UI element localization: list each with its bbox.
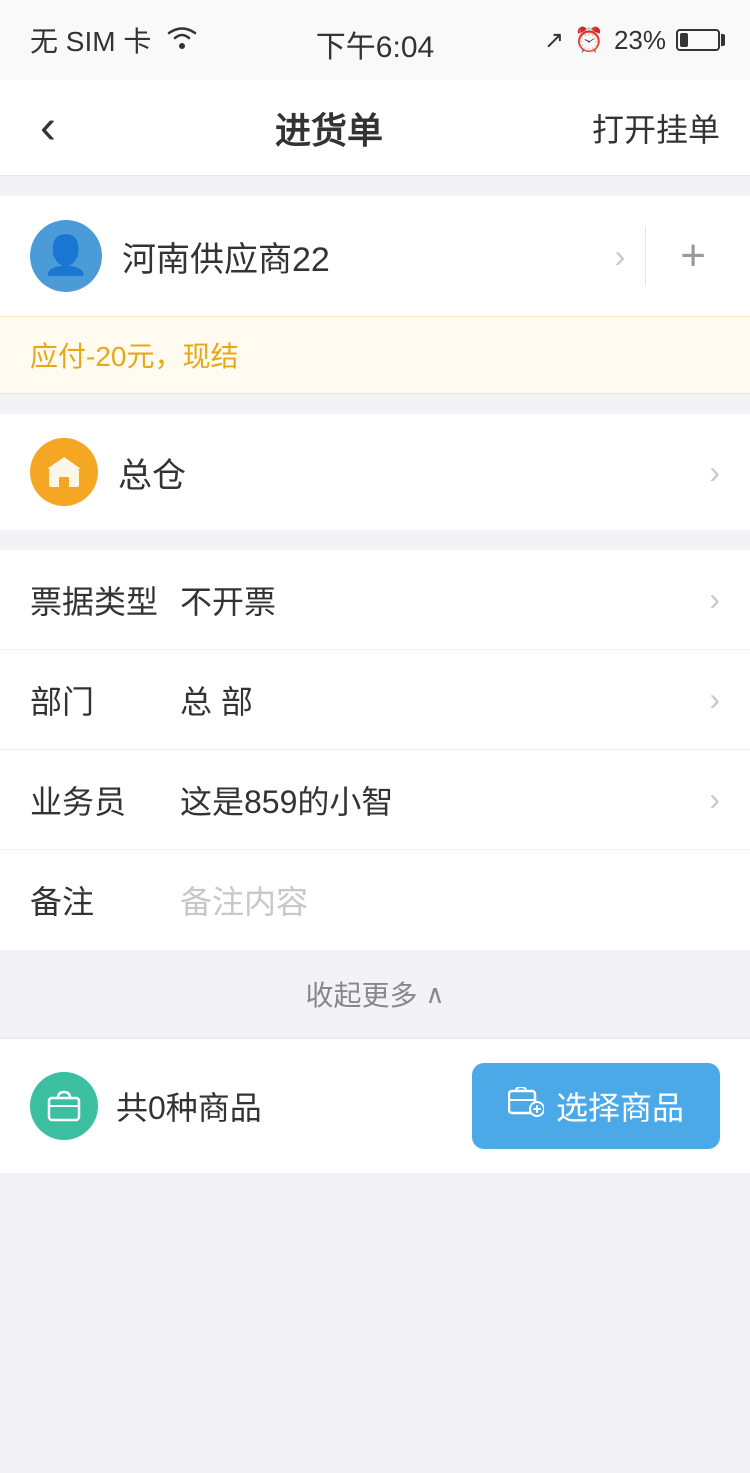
collapse-button[interactable]: 收起更多 ∧ xyxy=(0,950,750,1038)
section-gap-2 xyxy=(0,394,750,414)
bottom-bar: 共0种商品 选择商品 xyxy=(0,1038,750,1173)
warehouse-row[interactable]: 总仓 › xyxy=(0,414,750,530)
supplier-name: 河南供应商22 xyxy=(122,232,605,281)
invoice-value: 不开票 xyxy=(170,577,699,623)
salesman-label: 业务员 xyxy=(30,777,170,823)
select-goods-label: 选择商品 xyxy=(556,1083,684,1129)
warehouse-icon xyxy=(30,438,98,506)
warehouse-card[interactable]: 总仓 › xyxy=(0,414,750,530)
status-left: 无 SIM 卡 xyxy=(30,20,199,60)
salesman-value: 这是859的小智 xyxy=(170,777,699,823)
dept-label: 部门 xyxy=(30,677,170,723)
remark-row[interactable]: 备注 备注内容 xyxy=(0,850,750,950)
battery-icon xyxy=(676,29,720,51)
status-bar: 无 SIM 卡 下午6:04 ↗ ⏰ 23% xyxy=(0,0,750,80)
vertical-divider xyxy=(645,226,646,286)
dept-row[interactable]: 部门 总 部 › xyxy=(0,650,750,750)
supplier-avatar: 👤 xyxy=(30,220,102,292)
location-icon: ↗ xyxy=(544,26,564,55)
collapse-label: 收起更多 xyxy=(305,974,417,1014)
status-right: ↗ ⏰ 23% xyxy=(544,25,720,56)
alarm-icon: ⏰ xyxy=(574,26,604,55)
salesman-row[interactable]: 业务员 这是859的小智 › xyxy=(0,750,750,850)
salesman-chevron-icon: › xyxy=(709,781,720,818)
notice-banner: 应付-20元，现结 xyxy=(0,316,750,394)
form-card: 票据类型 不开票 › 部门 总 部 › 业务员 这是859的小智 › 备注 备注… xyxy=(0,550,750,950)
remark-label: 备注 xyxy=(30,877,170,923)
warehouse-name: 总仓 xyxy=(118,448,699,497)
avatar-person-icon: 👤 xyxy=(42,234,89,278)
battery-pct: 23% xyxy=(614,25,666,56)
select-goods-button[interactable]: 选择商品 xyxy=(472,1063,720,1149)
add-supplier-button[interactable]: + xyxy=(666,221,720,291)
status-time: 下午6:04 xyxy=(316,22,434,66)
warehouse-chevron-icon: › xyxy=(709,454,720,491)
invoice-row[interactable]: 票据类型 不开票 › xyxy=(0,550,750,650)
collapse-icon: ∧ xyxy=(425,979,444,1010)
open-pending-button[interactable]: 打开挂单 xyxy=(592,105,720,151)
remark-input[interactable]: 备注内容 xyxy=(170,877,720,923)
page-title: 进货单 xyxy=(275,102,383,154)
notice-text: 应付-20元，现结 xyxy=(30,341,238,372)
dept-value: 总 部 xyxy=(170,677,699,723)
section-gap-1 xyxy=(0,176,750,196)
supplier-card: 👤 河南供应商22 › + 应付-20元，现结 xyxy=(0,196,750,394)
wifi-icon xyxy=(165,24,199,57)
nav-bar: ‹ 进货单 打开挂单 xyxy=(0,80,750,176)
page-rest xyxy=(0,1173,750,1473)
invoice-chevron-icon: › xyxy=(709,581,720,618)
section-gap-3 xyxy=(0,530,750,550)
goods-icon xyxy=(30,1072,98,1140)
invoice-label: 票据类型 xyxy=(30,577,170,623)
goods-info: 共0种商品 xyxy=(30,1072,262,1140)
carrier-text: 无 SIM 卡 xyxy=(30,20,151,60)
back-button[interactable]: ‹ xyxy=(30,90,66,165)
select-goods-icon xyxy=(508,1087,544,1125)
supplier-row[interactable]: 👤 河南供应商22 › + xyxy=(0,196,750,316)
supplier-chevron-icon: › xyxy=(615,238,626,275)
goods-count-text: 共0种商品 xyxy=(116,1083,262,1129)
dept-chevron-icon: › xyxy=(709,681,720,718)
